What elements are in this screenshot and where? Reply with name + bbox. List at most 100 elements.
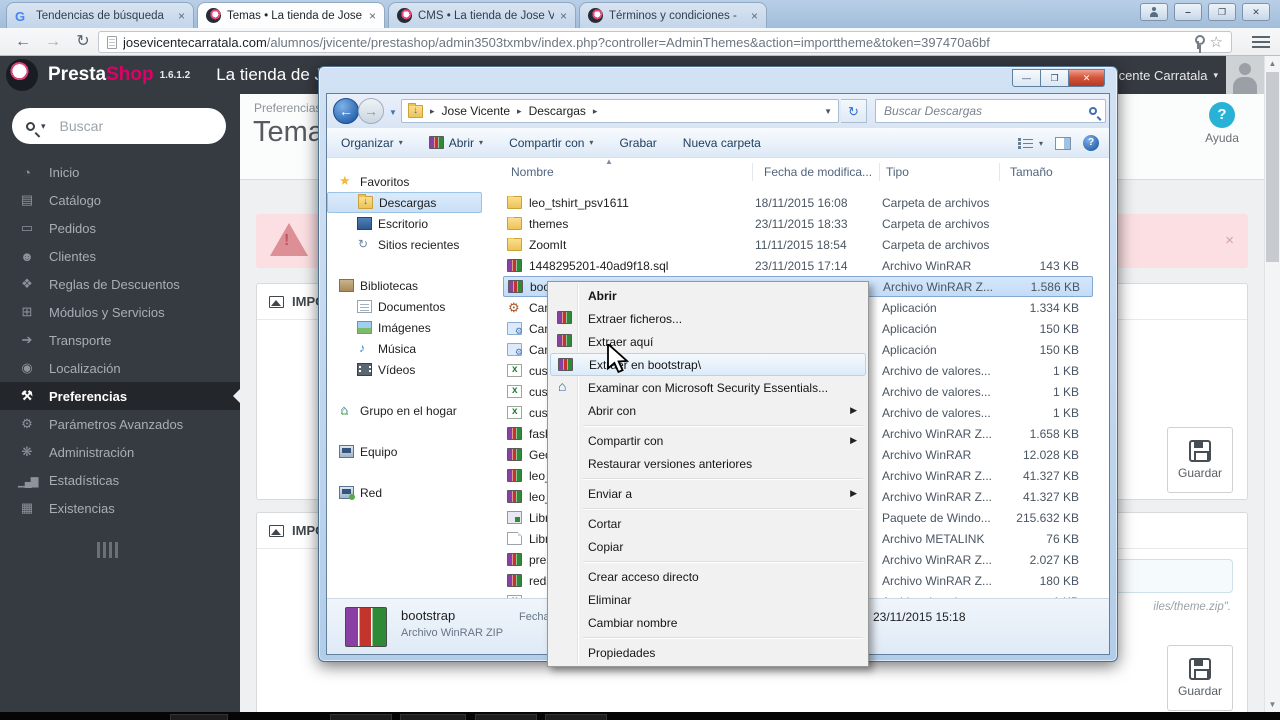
chrome-menu-icon[interactable] (1252, 35, 1270, 49)
scrollbar-thumb[interactable] (1266, 72, 1279, 262)
context-menu-item[interactable]: Abrir con (550, 399, 866, 422)
tree-item[interactable]: Favoritos (327, 171, 486, 192)
back-button[interactable] (333, 98, 359, 124)
bookmark-star-icon[interactable] (1210, 33, 1223, 51)
tree-item[interactable]: Red (327, 482, 486, 503)
tree-item[interactable]: Documentos (327, 296, 486, 317)
file-row[interactable]: ZoomIt 11/11/2015 18:54 Carpeta de archi… (503, 234, 1093, 255)
sidebar-item[interactable]: Preferencias (0, 382, 240, 410)
browser-tab[interactable]: Términos y condiciones - (579, 2, 767, 28)
context-menu-item[interactable]: Extraer aquí (550, 330, 866, 353)
share-button[interactable]: Compartir con (509, 136, 593, 150)
open-button[interactable]: Abrir (428, 136, 483, 150)
column-header-type[interactable]: Tipo (880, 163, 1000, 181)
back-icon[interactable]: ← (12, 31, 34, 53)
file-row[interactable]: themes 23/11/2015 18:33 Carpeta de archi… (503, 213, 1093, 234)
prestashop-logo-icon[interactable] (6, 59, 38, 91)
sidebar-item[interactable]: Módulos y Servicios (0, 298, 240, 326)
sidebar-item[interactable]: Administración (0, 438, 240, 466)
tree-item[interactable]: Equipo (327, 441, 486, 462)
user-menu[interactable]: Vicente Carratala (1107, 56, 1218, 94)
tab-close-icon[interactable] (178, 9, 185, 23)
sidebar-collapse-handle[interactable] (97, 542, 118, 558)
help-icon[interactable] (1083, 135, 1099, 151)
breadcrumb-item[interactable]: Descargas (510, 104, 586, 118)
organize-button[interactable]: Organizar (341, 136, 403, 150)
context-menu-item[interactable]: Abrir (550, 284, 866, 307)
tab-close-icon[interactable] (751, 9, 758, 23)
sidebar-item[interactable]: Parámetros Avanzados (0, 410, 240, 438)
context-menu-item[interactable]: Eliminar (550, 588, 866, 611)
close-button[interactable]: ✕ (1069, 69, 1105, 87)
page-scrollbar[interactable] (1264, 56, 1280, 712)
context-menu-item[interactable]: Cambiar nombre (550, 611, 866, 634)
tree-item[interactable]: Descargas (327, 192, 482, 213)
browser-tab[interactable]: CMS • La tienda de Jose V (388, 2, 576, 28)
tree-item[interactable]: Grupo en el hogar (327, 400, 486, 421)
tree-item[interactable]: Bibliotecas (327, 275, 486, 296)
views-button[interactable] (1017, 137, 1043, 149)
context-menu-item[interactable]: Enviar a (550, 478, 866, 505)
sidebar-item[interactable]: Reglas de Descuentos (0, 270, 240, 298)
refresh-button[interactable] (841, 99, 867, 123)
alert-close-icon[interactable] (1225, 232, 1234, 249)
profile-button[interactable] (1140, 3, 1168, 21)
close-button[interactable] (1242, 3, 1270, 21)
minimize-button[interactable] (1174, 3, 1202, 21)
sidebar-item[interactable]: Existencias (0, 494, 240, 522)
burn-button[interactable]: Grabar (619, 136, 656, 150)
tab-close-icon[interactable] (369, 9, 376, 23)
taskbar-edge[interactable] (0, 712, 1280, 720)
browser-tab[interactable]: Tendencias de búsqueda (6, 2, 194, 28)
avatar[interactable] (1226, 56, 1264, 94)
file-row[interactable]: 1448295201-40ad9f18.sql 23/11/2015 17:14… (503, 255, 1093, 276)
tree-item[interactable]: Música (327, 338, 486, 359)
scroll-up-icon[interactable] (1265, 59, 1280, 68)
explorer-search-input[interactable]: Buscar Descargas (875, 99, 1106, 123)
tree-item[interactable]: Escritorio (327, 213, 486, 234)
maximize-button[interactable]: ❐ (1041, 69, 1069, 87)
context-menu-item[interactable]: Compartir con (550, 425, 866, 452)
file-row[interactable]: leo_tshirt_psv1611 18/11/2015 16:08 Carp… (503, 192, 1093, 213)
breadcrumb-item[interactable]: Jose Vicente (423, 104, 511, 118)
context-menu-item[interactable]: Propiedades (550, 637, 866, 664)
tree-item[interactable]: Vídeos (327, 359, 486, 380)
tab-close-icon[interactable] (560, 9, 567, 23)
context-menu-item[interactable]: Crear acceso directo (550, 561, 866, 588)
sidebar-item[interactable]: Pedidos (0, 214, 240, 242)
address-bar[interactable]: Jose VicenteDescargas (401, 99, 839, 123)
context-menu-item[interactable]: Restaurar versiones anteriores (550, 452, 866, 475)
help-button[interactable]: Ayuda (1198, 102, 1246, 145)
password-key-icon[interactable] (1192, 35, 1205, 49)
sidebar-item[interactable]: Clientes (0, 242, 240, 270)
scroll-down-icon[interactable] (1265, 700, 1280, 709)
reload-icon[interactable]: ↻ (72, 31, 94, 53)
column-header-size[interactable]: Tamaño (1000, 163, 1093, 181)
sidebar-item[interactable]: Estadísticas (0, 466, 240, 494)
context-menu-item[interactable]: Extraer en bootstrap\ (550, 353, 866, 376)
history-chevron-icon[interactable] (389, 108, 397, 117)
admin-search-input[interactable]: Buscar (12, 108, 226, 144)
address-dropdown-icon[interactable] (824, 107, 832, 116)
forward-icon[interactable]: → (42, 31, 64, 53)
sidebar-item[interactable]: Transporte (0, 326, 240, 354)
chevron-right-icon[interactable] (593, 106, 598, 117)
context-menu-item[interactable]: Cortar (550, 508, 866, 535)
sidebar-item[interactable]: Catálogo (0, 186, 240, 214)
save-button[interactable]: Guardar (1167, 427, 1233, 493)
url-bar[interactable]: josevicentecarratala.com/alumnos/jvicent… (98, 31, 1232, 53)
save-button[interactable]: Guardar (1167, 645, 1233, 711)
sidebar-item[interactable]: Localización (0, 354, 240, 382)
new-folder-button[interactable]: Nueva carpeta (683, 136, 761, 150)
browser-tab[interactable]: Temas • La tienda de Jose (197, 2, 385, 28)
context-menu-item[interactable]: Extraer ficheros... (550, 307, 866, 330)
context-menu-item[interactable]: Copiar (550, 535, 866, 558)
forward-button[interactable] (358, 98, 384, 124)
maximize-button[interactable] (1208, 3, 1236, 21)
preview-pane-icon[interactable] (1055, 136, 1071, 150)
context-menu-item[interactable]: Examinar con Microsoft Security Essentia… (550, 376, 866, 399)
column-header-name[interactable]: Nombre (503, 163, 753, 181)
tree-item[interactable]: Sitios recientes (327, 234, 486, 255)
minimize-button[interactable]: — (1012, 69, 1041, 87)
column-header-date[interactable]: Fecha de modifica... (753, 163, 880, 181)
